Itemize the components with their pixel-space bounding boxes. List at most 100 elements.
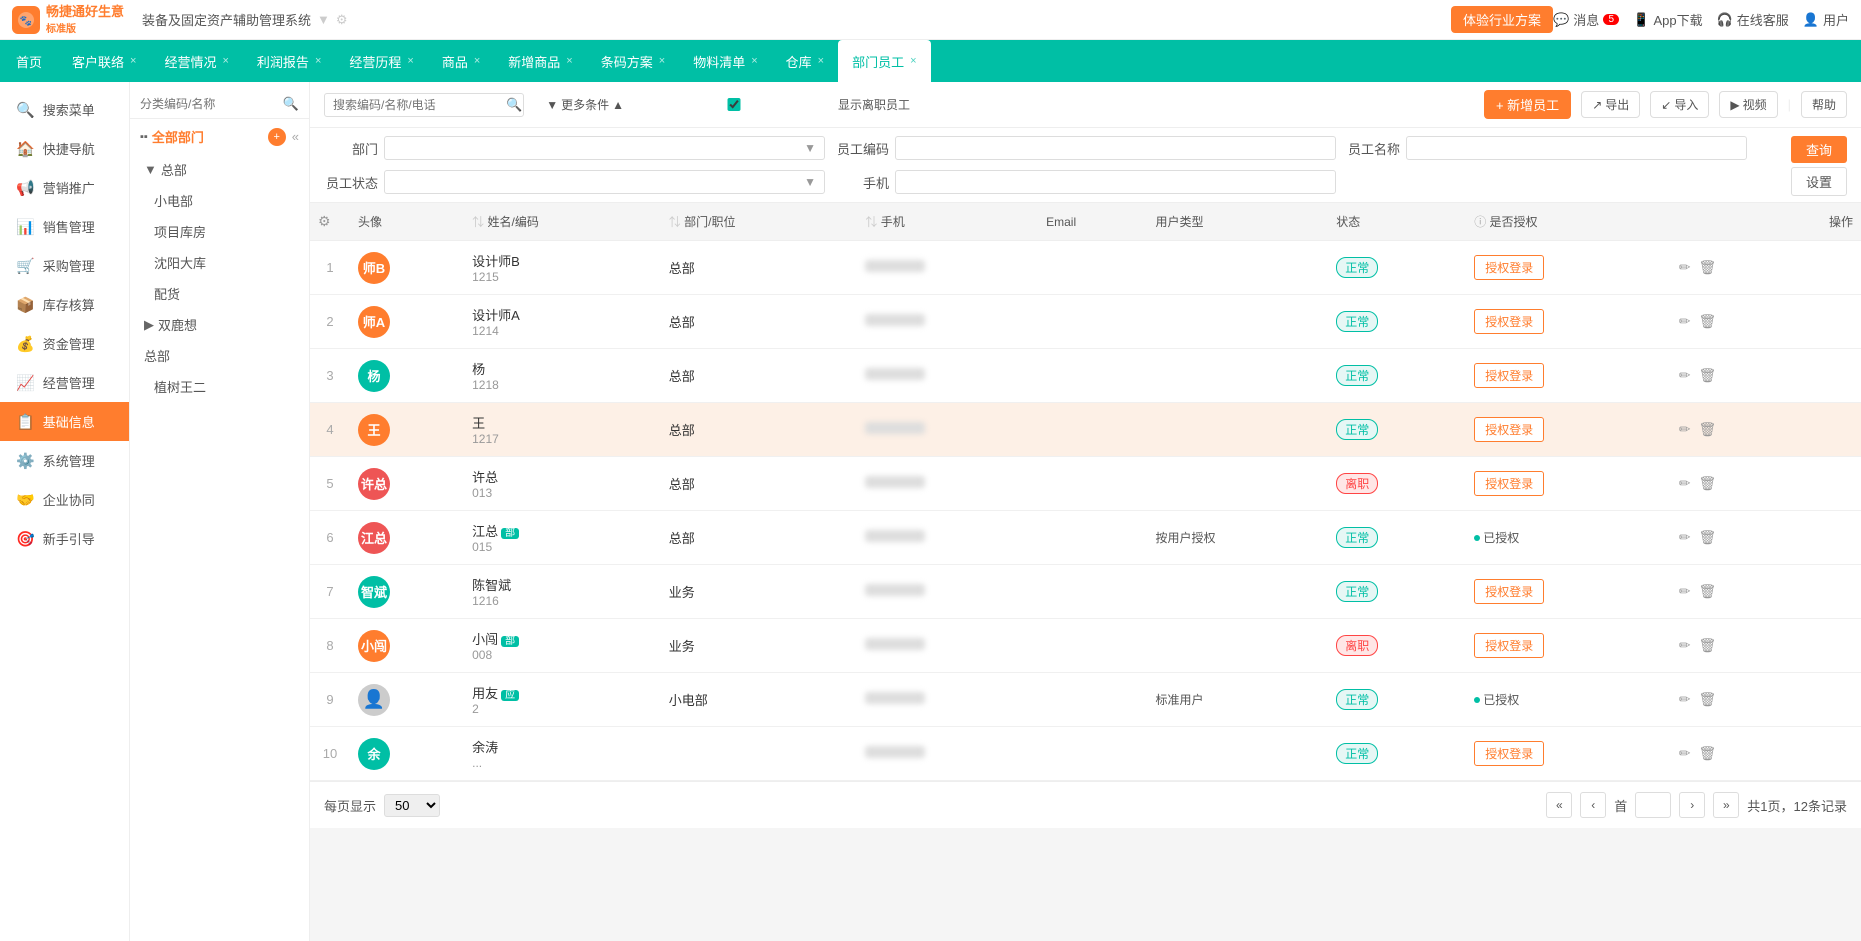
delete-icon[interactable]: 🗑 <box>1698 259 1716 276</box>
sidebar-item-basic[interactable]: 📋 基础信息 <box>0 402 129 441</box>
tab-customer[interactable]: 客户联络 × <box>58 40 150 82</box>
dept-item-shuanglu[interactable]: ▶ 双鹿想 <box>130 309 309 340</box>
dept-item-xiangmu[interactable]: 项目库房 <box>130 216 309 247</box>
dept-item-xiaodianbu[interactable]: 小电部 <box>130 185 309 216</box>
dept-select[interactable]: ▼ <box>384 136 825 160</box>
view-button[interactable]: ▶ 视频 <box>1719 91 1777 118</box>
delete-icon[interactable]: 🗑 <box>1698 475 1716 492</box>
dept-item-zhishu[interactable]: 植树王二 <box>130 371 309 402</box>
auth-login-button[interactable]: 授权登录 <box>1474 471 1544 496</box>
dept-item-zongbu-parent[interactable]: ▼ 总部 <box>130 154 309 185</box>
sidebar-item-purchase[interactable]: 🛒 采购管理 <box>0 246 129 285</box>
user-action[interactable]: 👤 用户 <box>1803 10 1849 29</box>
help-button[interactable]: 帮助 <box>1801 91 1847 118</box>
tab-bom[interactable]: 物料清单 × <box>679 40 771 82</box>
tab-close-warehouse[interactable]: × <box>818 55 824 67</box>
dept-item-peihuo[interactable]: 配货 <box>130 278 309 309</box>
tab-close-new-goods[interactable]: × <box>566 55 572 67</box>
prev-page-button[interactable]: ‹ <box>1580 792 1606 818</box>
tab-close-profit[interactable]: × <box>315 55 321 67</box>
tab-close-goods[interactable]: × <box>474 55 480 67</box>
emp-code-input[interactable] <box>895 136 1336 160</box>
auth-login-button[interactable]: 授权登录 <box>1474 363 1544 388</box>
sidebar-item-corp[interactable]: 🤝 企业协同 <box>0 480 129 519</box>
tab-close-customer[interactable]: × <box>130 55 136 67</box>
set-button[interactable]: 设置 <box>1791 167 1847 196</box>
delete-icon[interactable]: 🗑 <box>1698 367 1716 384</box>
dept-search-input[interactable] <box>140 97 283 111</box>
th-dept[interactable]: ⇅ 部门/职位 <box>661 203 858 241</box>
edit-icon[interactable]: ✏ <box>1679 313 1691 330</box>
first-page-button[interactable]: « <box>1546 792 1572 818</box>
tab-new-goods[interactable]: 新增商品 × <box>494 40 586 82</box>
edit-icon[interactable]: ✏ <box>1679 583 1691 600</box>
edit-icon[interactable]: ✏ <box>1679 529 1691 546</box>
phone-input[interactable] <box>895 170 1336 194</box>
tab-dept-staff[interactable]: 部门员工 × <box>838 40 930 82</box>
sidebar-item-finance[interactable]: 💰 资金管理 <box>0 324 129 363</box>
settings-icon[interactable]: ⚙ <box>318 213 331 229</box>
auth-login-button[interactable]: 授权登录 <box>1474 309 1544 334</box>
page-size-select[interactable]: 50 100 <box>384 794 440 817</box>
tab-close-operation[interactable]: × <box>222 55 228 67</box>
th-name[interactable]: ⇅ 姓名/编码 <box>464 203 661 241</box>
edit-icon[interactable]: ✏ <box>1679 475 1691 492</box>
delete-icon[interactable]: 🗑 <box>1698 637 1716 654</box>
sidebar-item-shortcut[interactable]: 🏠 快捷导航 <box>0 129 129 168</box>
trial-button[interactable]: 体验行业方案 <box>1451 6 1553 33</box>
dept-add-icon[interactable]: + <box>268 128 286 146</box>
edit-icon[interactable]: ✏ <box>1679 691 1691 708</box>
tab-warehouse[interactable]: 仓库 × <box>772 40 838 82</box>
delete-icon[interactable]: 🗑 <box>1698 313 1716 330</box>
delete-icon[interactable]: 🗑 <box>1698 691 1716 708</box>
next-page-button[interactable]: › <box>1679 792 1705 818</box>
dept-item-zongbu[interactable]: 总部 <box>130 340 309 371</box>
page-number-input[interactable]: 1 <box>1635 792 1671 818</box>
sidebar-item-sales[interactable]: 📊 销售管理 <box>0 207 129 246</box>
export-button[interactable]: ↗ 导出 <box>1581 91 1640 118</box>
th-setting[interactable]: ⚙ <box>310 203 350 241</box>
edit-icon[interactable]: ✏ <box>1679 745 1691 762</box>
tab-barcode[interactable]: 条码方案 × <box>587 40 679 82</box>
auth-login-button[interactable]: 授权登录 <box>1474 741 1544 766</box>
auth-login-button[interactable]: 授权登录 <box>1474 579 1544 604</box>
auth-login-button[interactable]: 授权登录 <box>1474 255 1544 280</box>
show-resign-check[interactable] <box>634 98 834 111</box>
auth-login-button[interactable]: 授权登录 <box>1474 633 1544 658</box>
delete-icon[interactable]: 🗑 <box>1698 745 1716 762</box>
edit-icon[interactable]: ✏ <box>1679 259 1691 276</box>
edit-icon[interactable]: ✏ <box>1679 367 1691 384</box>
emp-name-input[interactable] <box>1406 136 1747 160</box>
status-select[interactable]: ▼ <box>384 170 825 194</box>
show-resign-checkbox[interactable]: 显示离职员工 <box>634 96 910 113</box>
app-download-action[interactable]: 📱 App下载 <box>1633 10 1702 29</box>
online-service-action[interactable]: 🎧 在线客服 <box>1717 10 1789 29</box>
sidebar-item-guide[interactable]: 🎯 新手引导 <box>0 519 129 558</box>
query-button[interactable]: 查询 <box>1791 136 1847 163</box>
tab-close-dept-staff[interactable]: × <box>910 55 916 67</box>
edit-icon[interactable]: ✏ <box>1679 421 1691 438</box>
sidebar-item-operation[interactable]: 📈 经营管理 <box>0 363 129 402</box>
delete-icon[interactable]: 🗑 <box>1698 421 1716 438</box>
tab-close-history[interactable]: × <box>407 55 413 67</box>
tab-goods[interactable]: 商品 × <box>428 40 494 82</box>
sidebar-item-search[interactable]: 🔍 搜索菜单 <box>0 90 129 129</box>
tab-history[interactable]: 经营历程 × <box>335 40 427 82</box>
message-action[interactable]: 💬 消息 5 <box>1553 10 1619 29</box>
tab-home[interactable]: 首页 <box>0 40 58 82</box>
th-phone[interactable]: ⇅ 手机 <box>857 203 1038 241</box>
delete-icon[interactable]: 🗑 <box>1698 583 1716 600</box>
delete-icon[interactable]: 🗑 <box>1698 529 1716 546</box>
tab-profit[interactable]: 利润报告 × <box>243 40 335 82</box>
import-button[interactable]: ↙ 导入 <box>1650 91 1709 118</box>
dept-item-shenyang[interactable]: 沈阳大库 <box>130 247 309 278</box>
sidebar-item-inventory[interactable]: 📦 库存核算 <box>0 285 129 324</box>
dept-collapse-icon[interactable]: « <box>292 129 299 144</box>
search-input[interactable] <box>324 93 524 117</box>
more-conditions-button[interactable]: ▼ 更多条件 ▲ <box>546 96 624 113</box>
sidebar-item-system[interactable]: ⚙️ 系统管理 <box>0 441 129 480</box>
edit-icon[interactable]: ✏ <box>1679 637 1691 654</box>
tab-close-bom[interactable]: × <box>751 55 757 67</box>
add-employee-button[interactable]: + 新增员工 <box>1484 90 1571 119</box>
auth-login-button[interactable]: 授权登录 <box>1474 417 1544 442</box>
